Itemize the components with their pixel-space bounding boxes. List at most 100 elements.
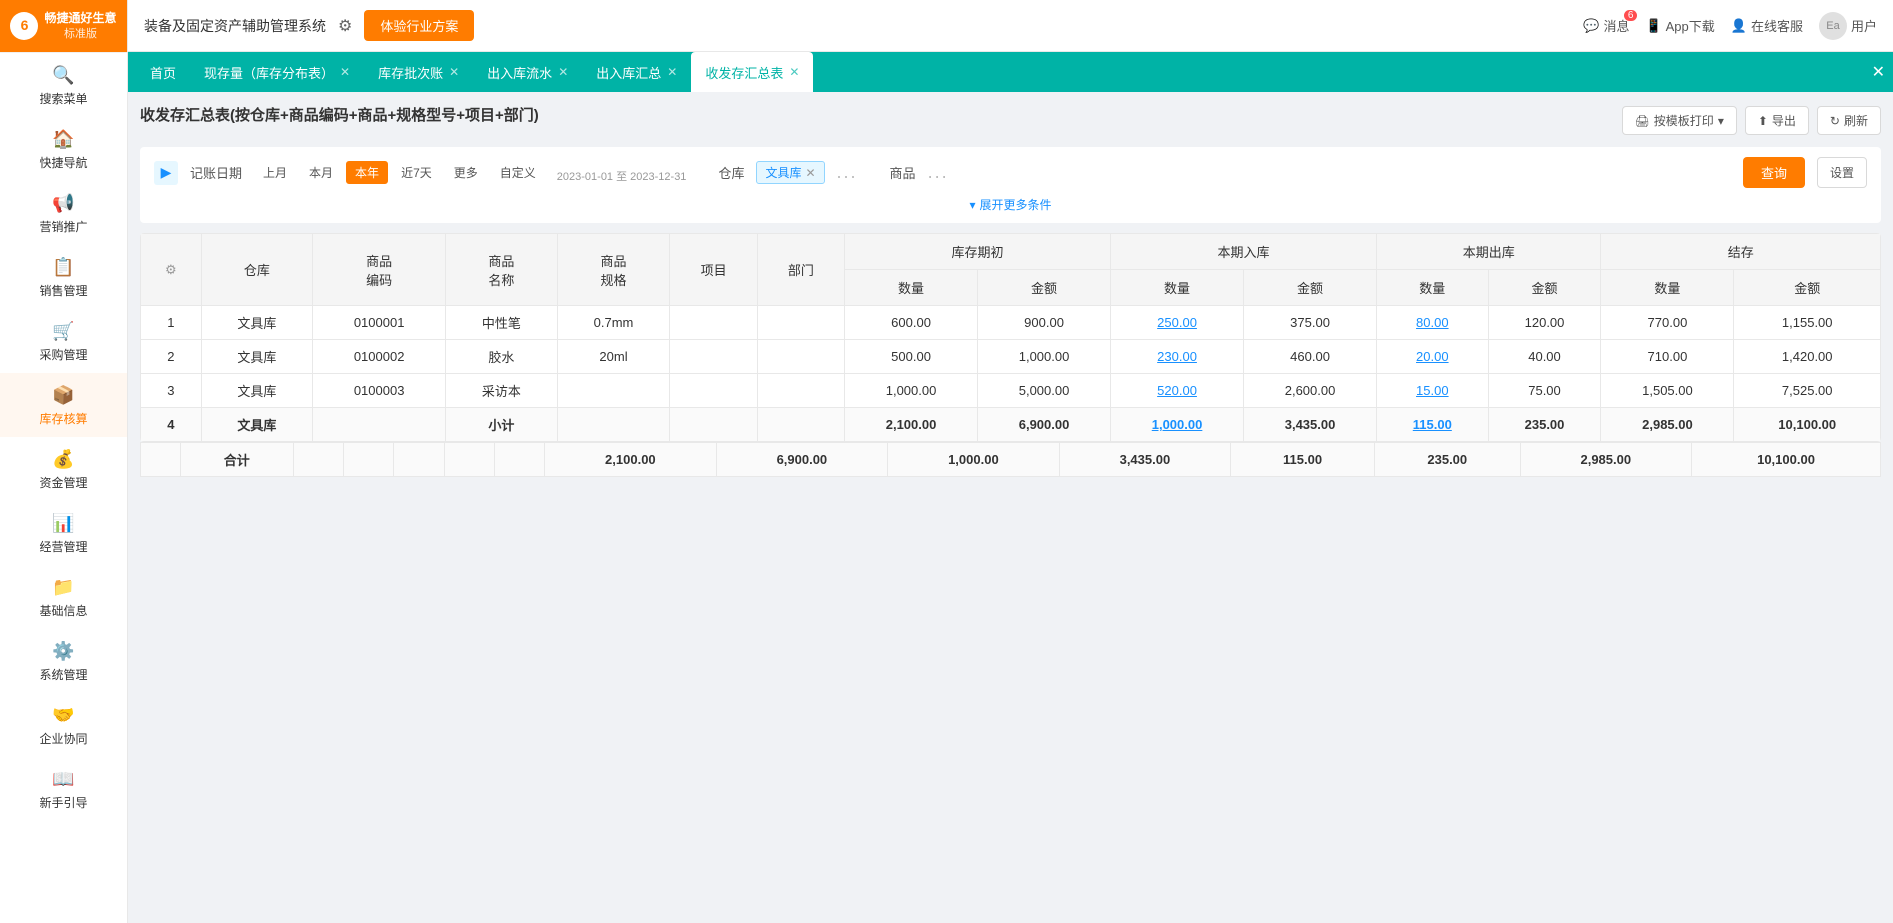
subtotal-in-qty[interactable]: 1,000.00 [1111, 408, 1244, 442]
row3-warehouse: 文具库 [201, 374, 312, 408]
bell-icon: 💬 [1583, 18, 1599, 34]
tab-receipt-summary-close[interactable]: ✕ [789, 65, 799, 79]
tab-in-out-flow[interactable]: 出入库流水 ✕ [473, 52, 582, 92]
online-service-item[interactable]: 👤 在线客服 [1731, 16, 1803, 35]
warehouse-tag-close[interactable]: ✕ [805, 166, 815, 180]
sidebar-item-system[interactable]: ⚙️ 系统管理 [0, 629, 127, 693]
row1-bal-amt: 1,155.00 [1734, 306, 1881, 340]
notifications-item[interactable]: 💬 消息 6 [1583, 16, 1629, 35]
phone-icon: 📱 [1645, 18, 1661, 34]
trial-btn[interactable]: 体验行业方案 [364, 10, 474, 41]
sidebar-label-system: 系统管理 [39, 666, 87, 683]
tabs-close-all[interactable]: ✕ [1872, 62, 1885, 82]
print-btn[interactable]: 🖨 按模板打印 ▾ [1622, 106, 1737, 135]
row3-in-amt: 2,600.00 [1244, 374, 1377, 408]
row1-no: 1 [141, 306, 202, 340]
col-group-bal: 结存 [1601, 234, 1881, 270]
row3-init-qty: 1,000.00 [845, 374, 978, 408]
sidebar-item-newbie[interactable]: 📖 新手引导 [0, 757, 127, 821]
col-settings[interactable]: ⚙ [141, 234, 202, 306]
print-dropdown-icon: ▾ [1718, 114, 1724, 128]
row2-in-qty[interactable]: 230.00 [1111, 340, 1244, 374]
col-name: 商品名称 [446, 234, 557, 306]
tab-in-out-summary-close[interactable]: ✕ [667, 65, 677, 79]
row2-in-amt: 460.00 [1244, 340, 1377, 374]
row1-in-qty[interactable]: 250.00 [1111, 306, 1244, 340]
sidebar-item-search[interactable]: 🔍 搜索菜单 [0, 52, 127, 117]
sidebar-item-inventory[interactable]: 📦 库存核算 [0, 373, 127, 437]
warehouse-label: 仓库 [718, 163, 744, 182]
logo-line1: 畅捷通好生意 [44, 10, 116, 27]
system-icon: ⚙️ [52, 641, 74, 662]
date-btn-this-month[interactable]: 本月 [300, 161, 342, 184]
col-group-out: 本期出库 [1377, 234, 1601, 270]
tab-inventory-dist-close[interactable]: ✕ [340, 65, 350, 79]
expand-more-btn[interactable]: ▾ 展开更多条件 [969, 196, 1051, 213]
refresh-btn[interactable]: ↻ 刷新 [1817, 106, 1881, 135]
app-download-item[interactable]: 📱 App下载 [1645, 16, 1714, 35]
page-title: 收发存汇总表(按仓库+商品编码+商品+规格型号+项目+部门) [140, 104, 539, 125]
row1-out-qty[interactable]: 80.00 [1377, 306, 1489, 340]
subtotal-empty-code [313, 408, 446, 442]
row2-out-qty[interactable]: 20.00 [1377, 340, 1489, 374]
date-btn-custom[interactable]: 自定义 [491, 161, 545, 184]
tab-in-out-summary[interactable]: 出入库汇总 ✕ [582, 52, 691, 92]
row3-in-qty[interactable]: 520.00 [1111, 374, 1244, 408]
total-init-amt: 6,900.00 [716, 443, 888, 477]
date-label: 记账日期 [190, 163, 242, 182]
date-btn-7days[interactable]: 近7天 [392, 161, 441, 184]
sidebar-item-marketing[interactable]: 📢 营销推广 [0, 181, 127, 245]
search-icon: 🔍 [52, 65, 74, 86]
subtotal-warehouse: 文具库 [201, 408, 312, 442]
filter-toggle-btn[interactable]: ▶ [154, 161, 178, 185]
subtotal-empty-project [670, 408, 757, 442]
row1-dept [757, 306, 844, 340]
goods-dots[interactable]: ... [928, 162, 949, 183]
total-bal-qty: 2,985.00 [1520, 443, 1692, 477]
sidebar-item-base-info[interactable]: 📁 基础信息 [0, 565, 127, 629]
date-btn-last-month[interactable]: 上月 [254, 161, 296, 184]
export-btn-label: 导出 [1772, 112, 1796, 129]
col-spec: 商品规格 [557, 234, 670, 306]
sidebar-item-enterprise[interactable]: 🤝 企业协同 [0, 693, 127, 757]
date-btn-this-year[interactable]: 本年 [346, 161, 388, 184]
date-btn-more[interactable]: 更多 [445, 161, 487, 184]
warehouse-dots[interactable]: ... [837, 162, 858, 183]
subtotal-init-qty: 2,100.00 [845, 408, 978, 442]
tab-receipt-summary[interactable]: 收发存汇总表 ✕ [691, 52, 813, 92]
sidebar-item-purchase[interactable]: 🛒 采购管理 [0, 309, 127, 373]
row3-out-qty[interactable]: 15.00 [1377, 374, 1489, 408]
sidebar-item-quick-nav[interactable]: 🏠 快捷导航 [0, 117, 127, 181]
sidebar-label-quick-nav: 快捷导航 [39, 154, 87, 171]
sidebar-label-marketing: 营销推广 [39, 218, 87, 235]
online-service-label: 在线客服 [1751, 16, 1803, 35]
tab-batch-account-label: 库存批次账 [378, 63, 443, 82]
tab-batch-account[interactable]: 库存批次账 ✕ [364, 52, 473, 92]
expand-icon: ▾ [969, 198, 975, 212]
query-btn[interactable]: 查询 [1743, 157, 1805, 188]
export-btn[interactable]: ⬆ 导出 [1745, 106, 1809, 135]
topbar-gear-icon[interactable]: ⚙ [338, 16, 352, 36]
total-empty5 [444, 443, 494, 477]
sidebar-label-inventory: 库存核算 [39, 410, 87, 427]
expand-row: ▾ 展开更多条件 [154, 196, 1867, 213]
content-area: 收发存汇总表(按仓库+商品编码+商品+规格型号+项目+部门) 🖨 按模板打印 ▾… [128, 92, 1893, 923]
tab-in-out-summary-label: 出入库汇总 [596, 63, 661, 82]
user-label: 用户 [1851, 16, 1877, 35]
sidebar-label-operations: 经营管理 [39, 538, 87, 555]
total-out-qty: 115.00 [1231, 443, 1375, 477]
user-item[interactable]: Ea 用户 [1819, 12, 1877, 40]
row2-init-amt: 1,000.00 [978, 340, 1111, 374]
tab-batch-account-close[interactable]: ✕ [449, 65, 459, 79]
data-table-container: ⚙ 仓库 商品编码 商品名称 商品规格 项目 部门 库存期初 本期入库 本期出库… [140, 233, 1881, 442]
sidebar-item-finance[interactable]: 💰 资金管理 [0, 437, 127, 501]
enterprise-icon: 🤝 [52, 705, 74, 726]
print-icon: 🖨 [1635, 114, 1650, 128]
settings-btn[interactable]: 设置 [1817, 157, 1867, 188]
sidebar-item-operations[interactable]: 📊 经营管理 [0, 501, 127, 565]
subtotal-out-qty[interactable]: 115.00 [1377, 408, 1489, 442]
sidebar-item-sales[interactable]: 📋 销售管理 [0, 245, 127, 309]
tab-in-out-flow-close[interactable]: ✕ [558, 65, 568, 79]
tab-home[interactable]: 首页 [136, 52, 190, 92]
tab-inventory-dist[interactable]: 现存量（库存分布表） ✕ [190, 52, 364, 92]
